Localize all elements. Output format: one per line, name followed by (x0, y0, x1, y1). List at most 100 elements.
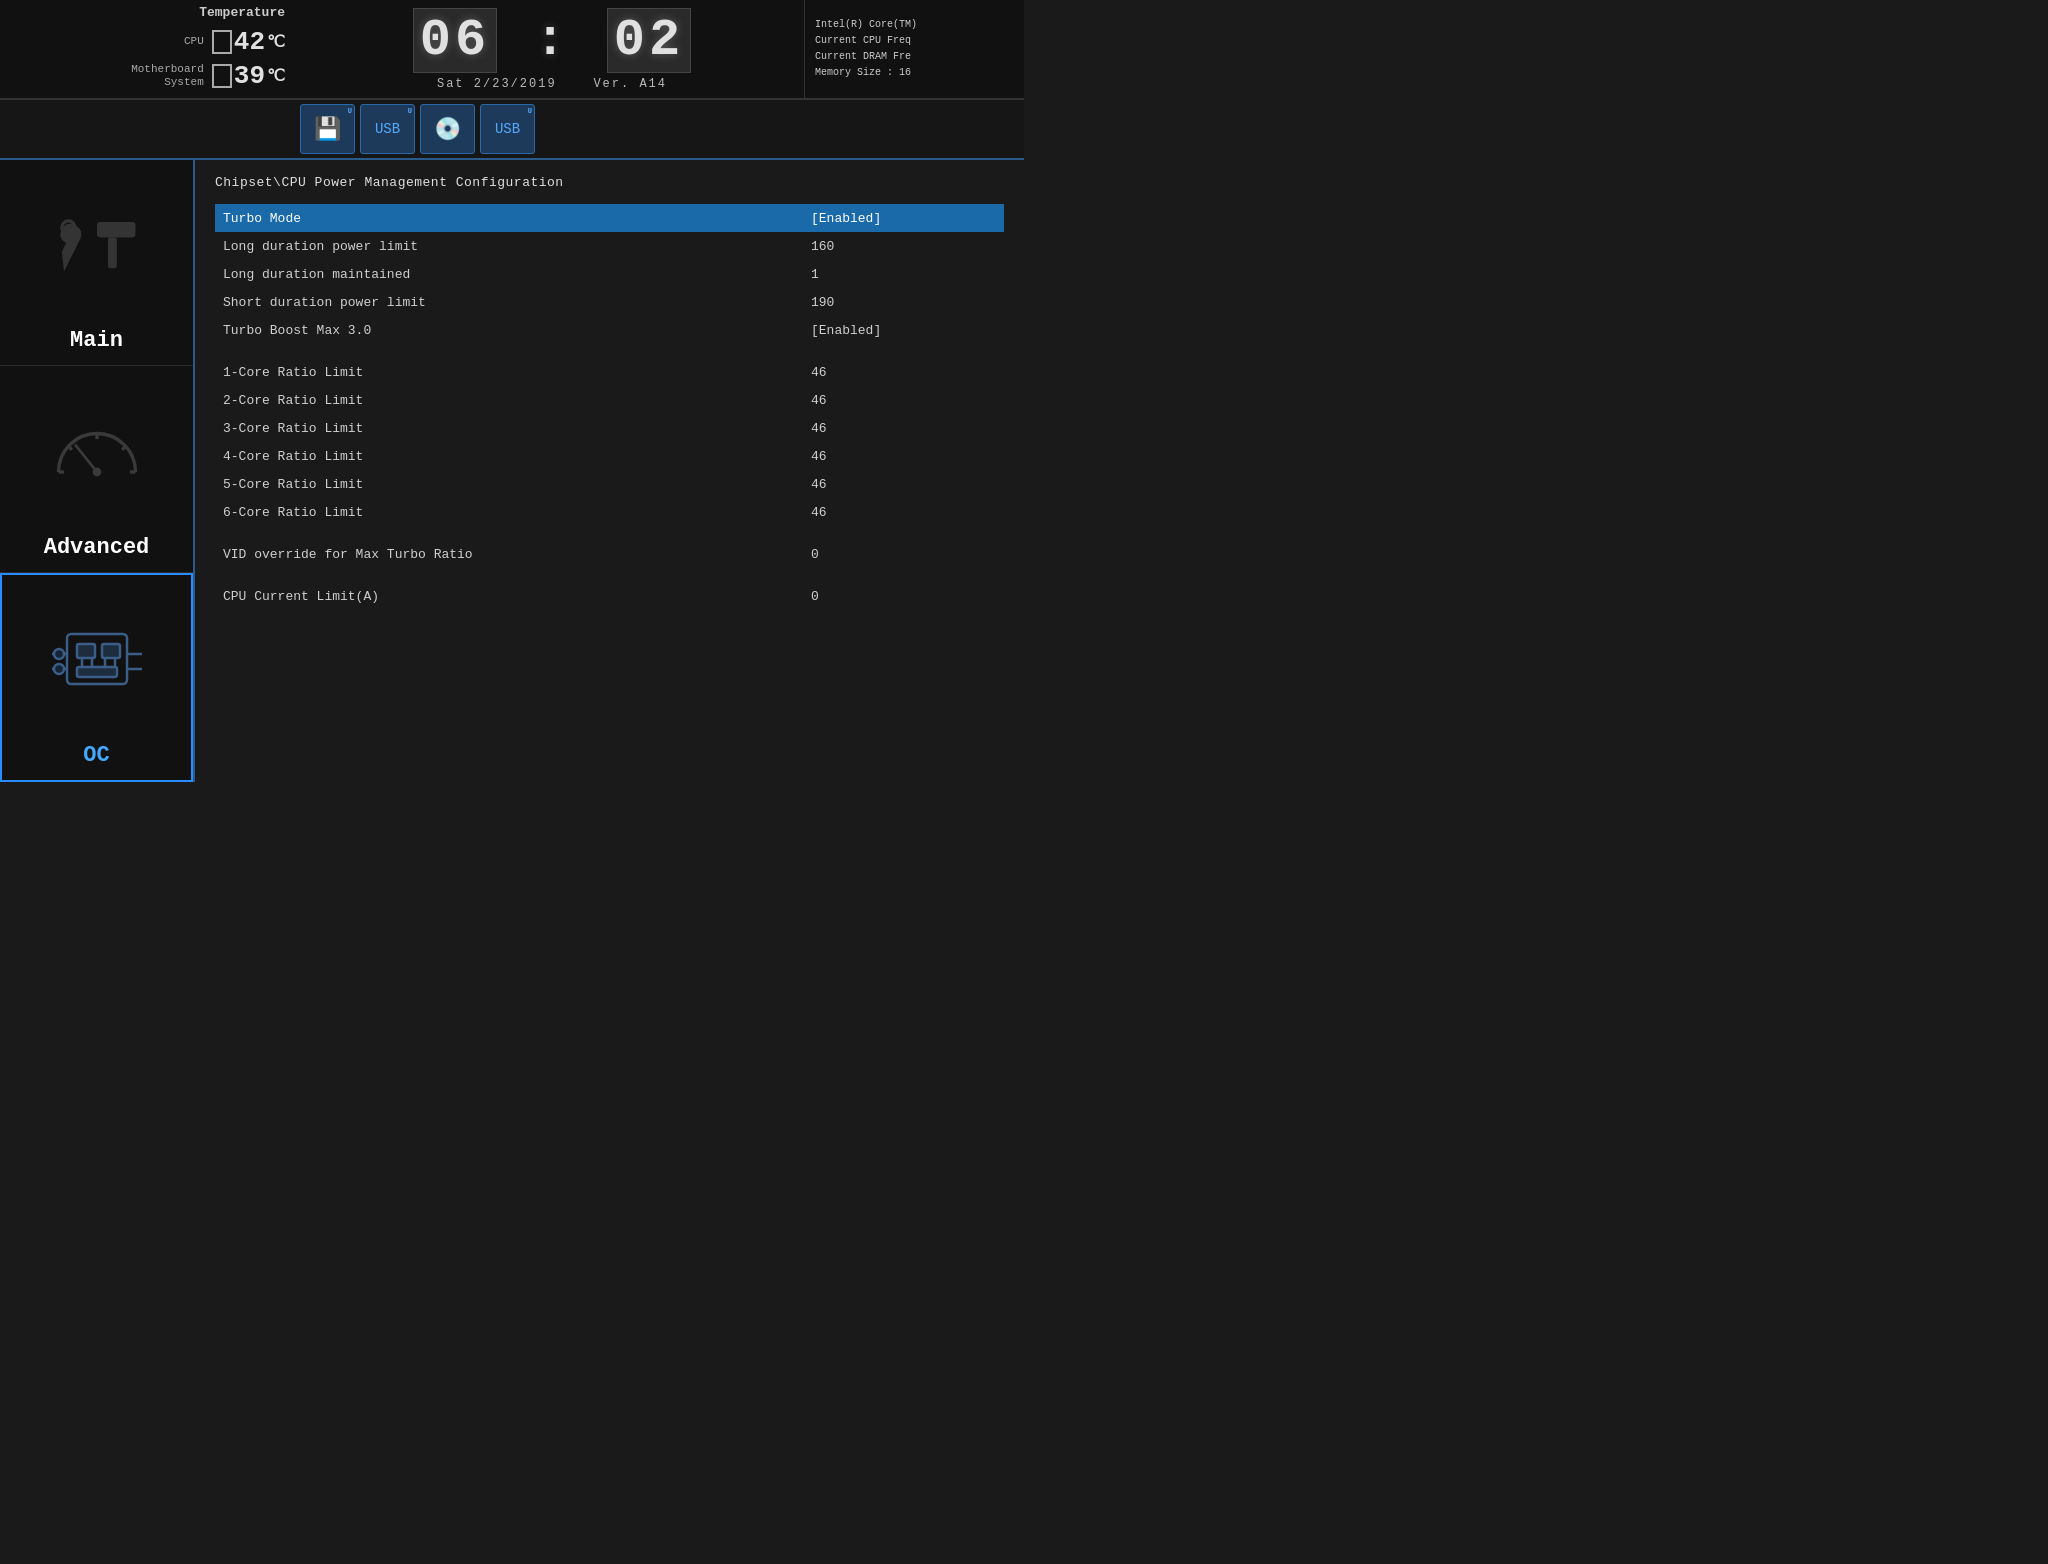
content-area: Main Ad (0, 160, 1024, 782)
info-line1: Intel(R) Core(TM) (815, 17, 1014, 33)
settings-label-2: Long duration maintained (215, 260, 791, 288)
settings-value-7: 46 (791, 386, 1004, 414)
cpu-label: CPU (184, 35, 204, 48)
mb-temp-value: 39 ℃ (212, 61, 285, 91)
sidebar: Main Ad (0, 160, 195, 782)
sidebar-item-main[interactable]: Main (0, 160, 193, 366)
clock-hour: 06 (413, 8, 497, 73)
settings-row-0[interactable]: Turbo Mode[Enabled] (215, 204, 1004, 232)
svg-line-8 (68, 446, 71, 450)
sidebar-label-oc: OC (83, 743, 109, 768)
settings-row-15[interactable]: CPU Current Limit(A)0 (215, 582, 1004, 610)
sidebar-label-advanced: Advanced (44, 535, 150, 560)
info-section: Intel(R) Core(TM) Current CPU Freq Curre… (804, 0, 1024, 98)
settings-label-7: 2-Core Ratio Limit (215, 386, 791, 414)
settings-row-11[interactable]: 6-Core Ratio Limit46 (215, 498, 1004, 526)
settings-gap-5 (215, 344, 1004, 358)
settings-row-6[interactable]: 1-Core Ratio Limit46 (215, 358, 1004, 386)
nav-usb-icon[interactable]: USB U (360, 104, 415, 154)
nav-icons-row: 💾 U USB U 💿 USB U (0, 100, 1024, 160)
info-line3: Current DRAM Fre (815, 49, 1014, 65)
nav-cd-icon[interactable]: 💿 (420, 104, 475, 154)
nav-usb2-icon[interactable]: USB U (480, 104, 535, 154)
svg-rect-1 (97, 222, 136, 237)
sidebar-item-oc[interactable]: OC (0, 573, 193, 782)
settings-table: Turbo Mode[Enabled]Long duration power l… (215, 204, 1004, 610)
settings-value-3: 190 (791, 288, 1004, 316)
cpu-temp-unit: ℃ (267, 32, 285, 52)
main-icon-area (0, 160, 193, 328)
mb-temp-box (212, 64, 232, 88)
cpu-temp-row: CPU 42 ℃ (15, 27, 285, 57)
settings-label-13: VID override for Max Turbo Ratio (215, 540, 791, 568)
info-line2: Current CPU Freq (815, 33, 1014, 49)
settings-label-4: Turbo Boost Max 3.0 (215, 316, 791, 344)
settings-value-4: [Enabled] (791, 316, 1004, 344)
settings-value-2: 1 (791, 260, 1004, 288)
cpu-temp-number: 42 (234, 27, 265, 57)
cpu-temp-value: 42 ℃ (212, 27, 285, 57)
settings-row-13[interactable]: VID override for Max Turbo Ratio0 (215, 540, 1004, 568)
sidebar-label-main: Main (70, 328, 123, 353)
oc-icon-area (2, 575, 191, 743)
settings-row-10[interactable]: 5-Core Ratio Limit46 (215, 470, 1004, 498)
advanced-icon-area (0, 366, 193, 534)
usb2-icon: USB (495, 121, 520, 137)
storage-icon: 💾 (314, 116, 341, 143)
info-line4: Memory Size : 16 (815, 65, 1014, 81)
settings-value-11: 46 (791, 498, 1004, 526)
main-content: Chipset\CPU Power Management Configurati… (195, 160, 1024, 782)
usb-tag-3: U (528, 107, 532, 115)
mb-temp-unit: ℃ (267, 66, 285, 86)
wrench-hammer-icon (42, 204, 152, 284)
sidebar-item-advanced[interactable]: Advanced (0, 366, 193, 572)
svg-point-22 (54, 649, 64, 659)
settings-row-4[interactable]: Turbo Boost Max 3.0[Enabled] (215, 316, 1004, 344)
settings-gap-12 (215, 526, 1004, 540)
mb-temp-row: MotherboardSystem 39 ℃ (15, 61, 285, 91)
temp-title: Temperature (15, 5, 285, 20)
settings-gap-14 (215, 568, 1004, 582)
settings-label-10: 5-Core Ratio Limit (215, 470, 791, 498)
settings-value-13: 0 (791, 540, 1004, 568)
settings-row-8[interactable]: 3-Core Ratio Limit46 (215, 414, 1004, 442)
date-version: Sat 2/23/2019 Ver. A14 (437, 77, 667, 91)
settings-row-7[interactable]: 2-Core Ratio Limit46 (215, 386, 1004, 414)
settings-value-8: 46 (791, 414, 1004, 442)
settings-label-3: Short duration power limit (215, 288, 791, 316)
gauge-icon (42, 410, 152, 490)
top-bar: Temperature CPU 42 ℃ MotherboardSystem 3… (0, 0, 1024, 100)
settings-value-0: [Enabled] (791, 204, 1004, 232)
settings-label-1: Long duration power limit (215, 232, 791, 260)
settings-value-1: 160 (791, 232, 1004, 260)
circuit-icon (42, 619, 152, 699)
settings-value-15: 0 (791, 582, 1004, 610)
svg-rect-15 (77, 644, 95, 658)
svg-point-23 (54, 664, 64, 674)
clock-display: 06 : 02 (411, 8, 693, 73)
settings-label-6: 1-Core Ratio Limit (215, 358, 791, 386)
settings-row-1[interactable]: Long duration power limit160 (215, 232, 1004, 260)
cd-icon: 💿 (434, 116, 461, 143)
settings-value-6: 46 (791, 358, 1004, 386)
settings-row-2[interactable]: Long duration maintained1 (215, 260, 1004, 288)
date-text: Sat 2/23/2019 (437, 77, 557, 91)
svg-point-4 (92, 468, 101, 477)
clock-section: 06 : 02 Sat 2/23/2019 Ver. A14 (300, 0, 804, 98)
settings-row-9[interactable]: 4-Core Ratio Limit46 (215, 442, 1004, 470)
settings-label-8: 3-Core Ratio Limit (215, 414, 791, 442)
nav-storage-icon[interactable]: 💾 U (300, 104, 355, 154)
temp-section: Temperature CPU 42 ℃ MotherboardSystem 3… (0, 0, 300, 98)
settings-value-9: 46 (791, 442, 1004, 470)
svg-line-3 (75, 445, 97, 473)
settings-row-3[interactable]: Short duration power limit190 (215, 288, 1004, 316)
settings-label-9: 4-Core Ratio Limit (215, 442, 791, 470)
usb-icon: USB (375, 121, 400, 137)
cpu-temp-box (212, 30, 232, 54)
clock-min: 02 (607, 8, 691, 73)
settings-label-15: CPU Current Limit(A) (215, 582, 791, 610)
usb-tag-1: U (348, 107, 352, 115)
svg-rect-2 (108, 238, 117, 269)
version-text: Ver. A14 (593, 77, 667, 91)
svg-rect-17 (77, 667, 117, 677)
